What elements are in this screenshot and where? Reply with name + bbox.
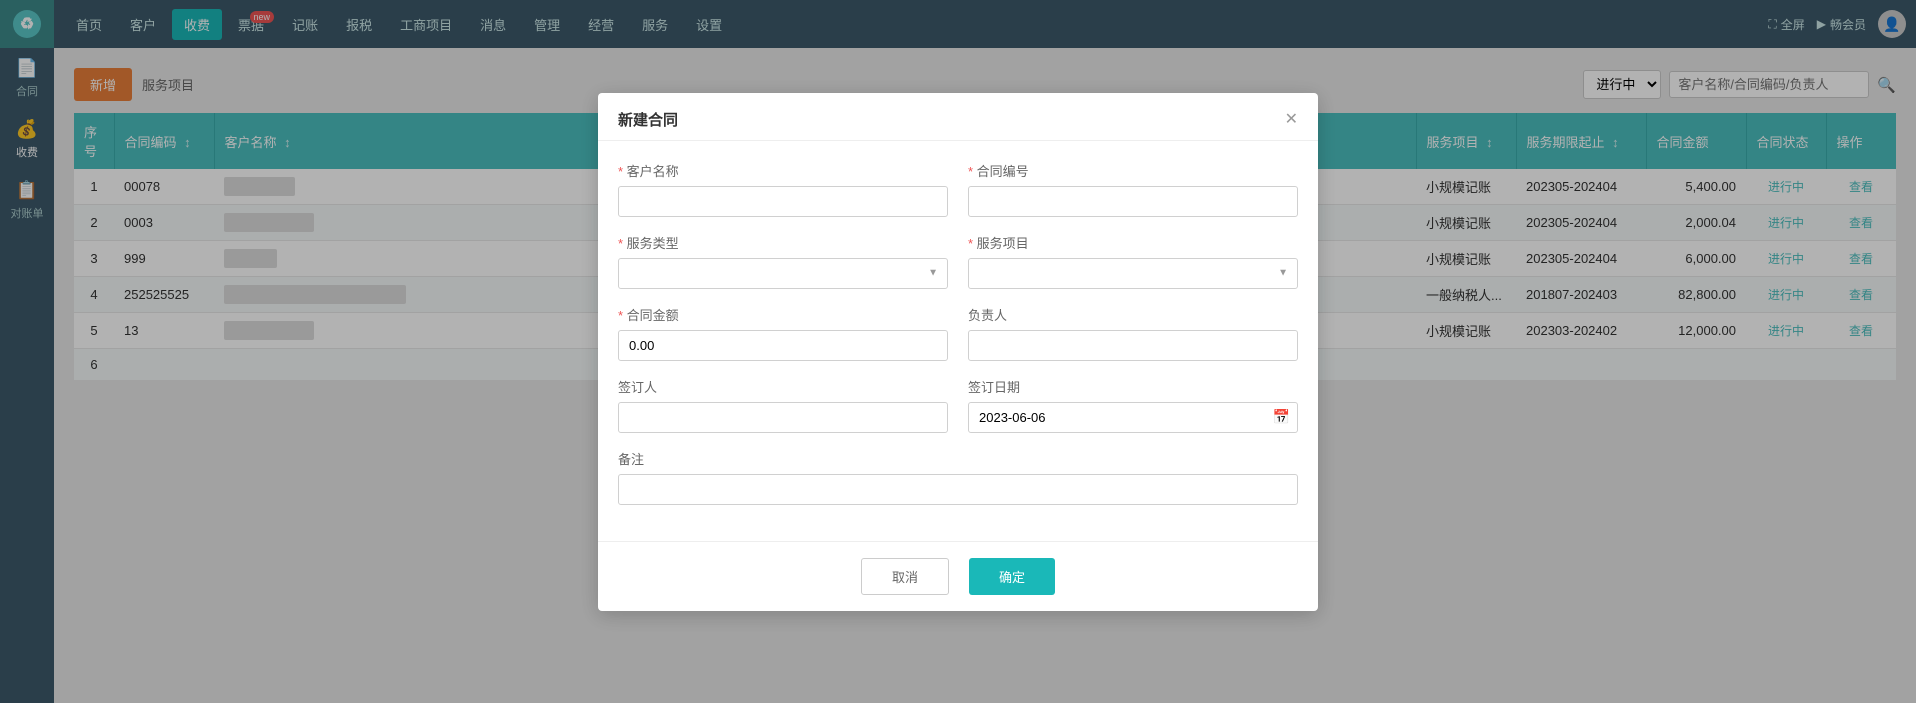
signer-input[interactable] bbox=[618, 402, 948, 433]
form-row-3: 合同金额 负责人 bbox=[618, 305, 1298, 361]
sign-date-label: 签订日期 bbox=[968, 377, 1298, 396]
form-row-2: 服务类型 服务项目 bbox=[618, 233, 1298, 289]
customer-name-label: 客户名称 bbox=[618, 161, 948, 180]
service-type-label: 服务类型 bbox=[618, 233, 948, 252]
modal-footer: 取消 确定 bbox=[598, 541, 1318, 611]
service-type-select-wrapper bbox=[618, 258, 948, 289]
sign-date-input[interactable] bbox=[968, 402, 1298, 433]
field-contract-amount: 合同金额 bbox=[618, 305, 948, 361]
contract-code-input[interactable] bbox=[968, 186, 1298, 217]
responsible-person-label: 负责人 bbox=[968, 305, 1298, 324]
responsible-person-input[interactable] bbox=[968, 330, 1298, 361]
service-item-select[interactable] bbox=[968, 258, 1298, 289]
customer-name-input[interactable] bbox=[618, 186, 948, 217]
field-customer-name: 客户名称 bbox=[618, 161, 948, 217]
service-item-select-wrapper bbox=[968, 258, 1298, 289]
cancel-button[interactable]: 取消 bbox=[861, 558, 949, 595]
contract-code-label: 合同编号 bbox=[968, 161, 1298, 180]
form-row-4: 签订人 签订日期 📅 bbox=[618, 377, 1298, 433]
modal-title: 新建合同 bbox=[618, 109, 678, 130]
modal-overlay: 新建合同 ✕ 客户名称 合同编号 服务类型 bbox=[0, 0, 1916, 703]
calendar-icon[interactable]: 📅 bbox=[1273, 409, 1290, 426]
signer-label: 签订人 bbox=[618, 377, 948, 396]
remarks-input[interactable] bbox=[618, 474, 1298, 505]
modal-body: 客户名称 合同编号 服务类型 bbox=[598, 141, 1318, 541]
modal-header: 新建合同 ✕ bbox=[598, 93, 1318, 141]
service-item-label: 服务项目 bbox=[968, 233, 1298, 252]
field-remarks: 备注 bbox=[618, 449, 1298, 505]
field-contract-code: 合同编号 bbox=[968, 161, 1298, 217]
field-sign-date: 签订日期 📅 bbox=[968, 377, 1298, 433]
contract-amount-label: 合同金额 bbox=[618, 305, 948, 324]
field-service-type: 服务类型 bbox=[618, 233, 948, 289]
service-type-select[interactable] bbox=[618, 258, 948, 289]
new-contract-modal: 新建合同 ✕ 客户名称 合同编号 服务类型 bbox=[598, 93, 1318, 611]
field-service-item: 服务项目 bbox=[968, 233, 1298, 289]
remarks-label: 备注 bbox=[618, 449, 1298, 468]
modal-close-button[interactable]: ✕ bbox=[1285, 109, 1298, 129]
sign-date-wrapper: 📅 bbox=[968, 402, 1298, 433]
confirm-button[interactable]: 确定 bbox=[969, 558, 1055, 595]
contract-amount-input[interactable] bbox=[618, 330, 948, 361]
field-signer: 签订人 bbox=[618, 377, 948, 433]
field-responsible-person: 负责人 bbox=[968, 305, 1298, 361]
form-row-5: 备注 bbox=[618, 449, 1298, 505]
form-row-1: 客户名称 合同编号 bbox=[618, 161, 1298, 217]
